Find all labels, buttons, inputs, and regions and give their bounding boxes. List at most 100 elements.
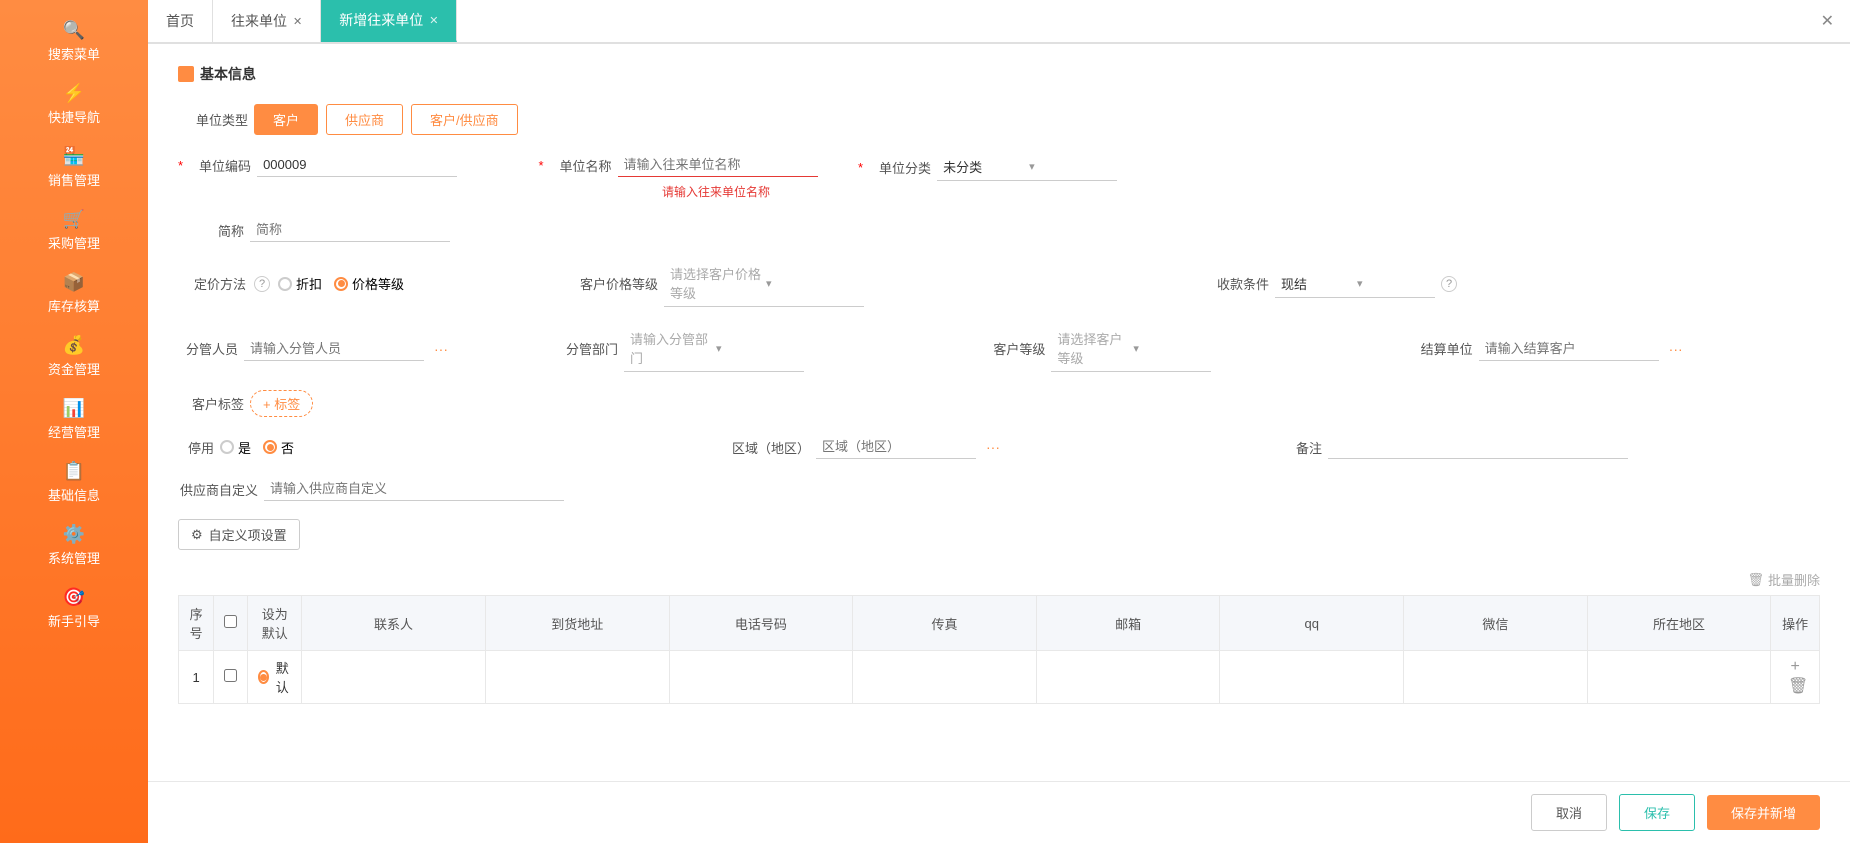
row-action: + 🗑 [1771,651,1820,704]
payment-terms-help-icon[interactable]: ? [1441,276,1457,292]
wechat-input[interactable] [1414,666,1577,689]
contact-input[interactable] [312,666,475,689]
add-tag-button[interactable]: + 标签 [250,390,313,417]
supplier-custom-label: 供应商自定义 [178,480,258,499]
dept-arrow-icon: ▾ [716,342,798,355]
shortname-label: 简称 [178,221,244,240]
pricing-level-radio[interactable]: 价格等级 [334,274,404,293]
sidebar-item-operations[interactable]: 📊 经营管理 [0,388,148,451]
row-wechat[interactable] [1404,651,1588,704]
phone-input[interactable] [680,666,843,689]
sidebar-item-guide[interactable]: 🎯 新手引导 [0,577,148,640]
payment-terms-label: 收款条件 [1209,274,1269,293]
table-header-row: 序号 设为默认 联系人 到货地址 电话号码 传真 邮箱 qq 微信 所在地区 操… [179,596,1820,651]
cancel-button[interactable]: 取消 [1531,794,1607,831]
shortname-input[interactable] [250,218,450,242]
close-all-tabs-button[interactable]: ✕ [1805,11,1850,31]
col-default: 设为默认 [248,596,302,651]
select-all-checkbox[interactable] [224,615,237,628]
pricing-method-group: 定价方法 ? 折扣 价格等级 [178,274,558,293]
batch-delete-button[interactable]: 🗑 批量删除 [1747,570,1820,589]
custom-settings-button[interactable]: ⚙ 自定义项设置 [178,519,300,550]
disabled-yes-radio[interactable]: 是 [220,438,251,457]
customer-level-label: 客户等级 [985,339,1045,358]
system-icon: ⚙️ [63,524,85,545]
disabled-group: 停用 是 否 [178,438,712,457]
email-input[interactable] [1047,666,1210,689]
close-new-partner-tab-icon[interactable]: ✕ [429,14,438,27]
sidebar-item-system[interactable]: ⚙️ 系统管理 [0,514,148,577]
customer-price-level-group: 客户价格等级 请选择客户价格等级 ▾ [578,260,1189,307]
row-region[interactable] [1587,651,1771,704]
save-and-new-button[interactable]: 保存并新增 [1707,795,1820,830]
qq-input[interactable] [1230,666,1393,689]
pricing-help-icon[interactable]: ? [254,276,270,292]
del-row-button[interactable]: 🗑 [1788,678,1808,695]
unit-type-label: 单位类型 [178,110,248,129]
save-button[interactable]: 保存 [1619,794,1695,831]
operations-icon: 📊 [63,398,85,419]
sidebar: 🔍 搜索菜单 ⚡ 快捷导航 🏪 销售管理 🛒 采购管理 📦 库存核算 💰 资金管… [0,0,148,843]
row-phone[interactable] [669,651,853,704]
department-group: 分管部门 请输入分管部门 ▾ [558,325,965,372]
tab-home[interactable]: 首页 [148,0,213,42]
bottom-action-bar: 取消 保存 保存并新增 [148,781,1850,843]
unit-btn-supplier[interactable]: 供应商 [326,104,403,135]
add-row-button[interactable]: + [1791,658,1800,675]
sidebar-item-quick-nav[interactable]: ⚡ 快捷导航 [0,73,148,136]
tab-new-partner[interactable]: 新增往来单位 ✕ [321,0,457,42]
settlement-unit-input[interactable] [1479,337,1659,361]
batch-delete-icon: 🗑 [1747,572,1764,588]
disabled-no-radio[interactable]: 否 [263,438,294,457]
payment-terms-select[interactable]: 现结 ▾ [1275,270,1435,298]
sidebar-item-sales[interactable]: 🏪 销售管理 [0,136,148,199]
sidebar-item-inventory[interactable]: 📦 库存核算 [0,262,148,325]
department-select[interactable]: 请输入分管部门 ▾ [624,325,804,372]
settlement-more-icon[interactable]: ··· [1665,341,1687,357]
sidebar-item-purchase[interactable]: 🛒 采购管理 [0,199,148,262]
manager-dept-row: 分管人员 ··· 分管部门 请输入分管部门 ▾ 客户等级 请选择客户等级 ▾ 结… [178,325,1820,372]
pricing-row: 定价方法 ? 折扣 价格等级 客户价格等级 请选择客户价格等级 [178,260,1820,307]
close-partner-tab-icon[interactable]: ✕ [293,15,302,28]
remark-group: 备注 [1286,435,1820,459]
price-level-radio-circle [334,277,348,291]
sidebar-item-search[interactable]: 🔍 搜索菜单 [0,10,148,73]
main-area: 首页 往来单位 ✕ 新增往来单位 ✕ ✕ 基本信息 单位类型 客户 供应商 客户… [148,0,1850,843]
manager-more-icon[interactable]: ··· [430,341,452,357]
row-address[interactable] [485,651,669,704]
unit-btn-customer[interactable]: 客户 [254,104,318,135]
category-select[interactable]: 未分类 ▾ [937,153,1117,181]
pricing-discount-radio[interactable]: 折扣 [278,274,322,293]
code-input[interactable] [257,153,457,177]
row-fax[interactable] [853,651,1037,704]
name-label: 单位名称 [552,156,612,175]
customer-level-select[interactable]: 请选择客户等级 ▾ [1051,325,1211,372]
row-contact[interactable] [302,651,486,704]
section-icon [178,66,194,82]
category-label: 单位分类 [871,158,931,177]
row-region-input[interactable] [1598,666,1761,689]
code-label: 单位编码 [191,156,251,175]
row-qq[interactable] [1220,651,1404,704]
region-input[interactable] [816,435,976,459]
gear-icon: ⚙ [191,527,203,543]
name-input[interactable] [618,153,818,177]
fax-input[interactable] [863,666,1026,689]
row-checkbox-input[interactable] [224,669,237,682]
address-input[interactable] [496,666,659,689]
sidebar-item-basic-info[interactable]: 📋 基础信息 [0,451,148,514]
row-default-radio[interactable]: 默认 [258,658,291,696]
sidebar-item-finance[interactable]: 💰 资金管理 [0,325,148,388]
row-email[interactable] [1036,651,1220,704]
tab-partner[interactable]: 往来单位 ✕ [213,0,321,42]
quick-nav-icon: ⚡ [63,83,85,104]
supplier-custom-input[interactable] [264,477,564,501]
manager-input[interactable] [244,337,424,361]
disabled-yes-circle [220,440,234,454]
region-more-icon[interactable]: ··· [982,439,1004,455]
remark-input[interactable] [1328,435,1628,459]
row-default: 默认 [248,651,302,704]
unit-btn-both[interactable]: 客户/供应商 [411,104,518,135]
basic-info-icon: 📋 [63,461,85,482]
customer-price-level-select[interactable]: 请选择客户价格等级 ▾ [664,260,864,307]
